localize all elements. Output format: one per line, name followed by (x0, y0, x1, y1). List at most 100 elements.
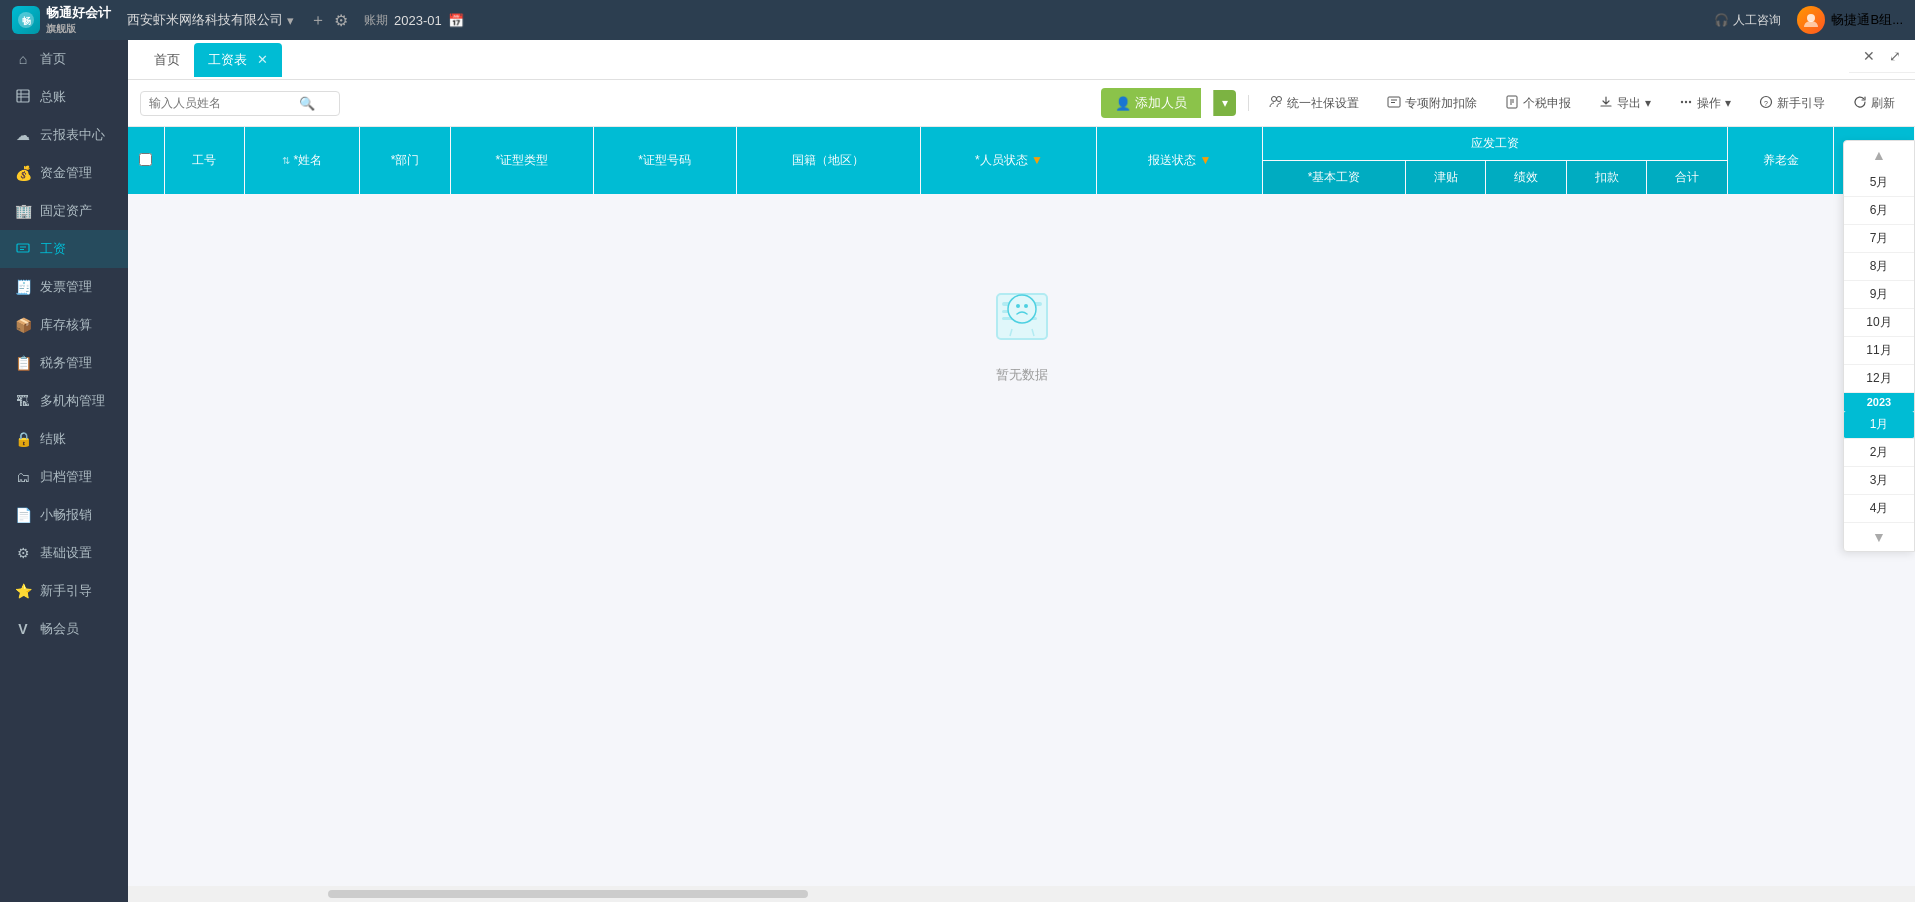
add-icon[interactable]: ＋ (310, 10, 326, 31)
search-box[interactable]: 🔍 (140, 91, 340, 116)
ops-icon (1679, 95, 1693, 112)
date-month-6[interactable]: 6月 (1844, 197, 1914, 225)
header-total: 合计 (1647, 161, 1727, 195)
select-all-checkbox[interactable] (139, 153, 152, 166)
sidebar-item-salary[interactable]: 工资 (0, 230, 128, 268)
header-pension: 养老金 (1727, 127, 1834, 194)
sidebar-item-invoice[interactable]: 🧾 发票管理 (0, 268, 128, 306)
date-month-4[interactable]: 4月 (1844, 495, 1914, 523)
company-selector[interactable]: 西安虾米网络科技有限公司 ▾ (127, 11, 294, 29)
filter-icon[interactable]: ▼ (1031, 153, 1043, 167)
svg-point-11 (1277, 96, 1282, 101)
calendar-icon[interactable]: 📅 (448, 13, 464, 28)
maximize-window-button[interactable]: ⤢ (1883, 44, 1907, 68)
special-deduction-btn[interactable]: 专项附加扣除 (1379, 91, 1485, 116)
app-edition: 旗舰版 (46, 22, 111, 36)
date-nav-up[interactable]: ▲ (1869, 145, 1889, 165)
scroll-thumb[interactable] (328, 890, 808, 898)
guide-help-icon: ? (1759, 95, 1773, 112)
sidebar-label-tax: 税务管理 (40, 354, 92, 372)
sidebar-item-guide[interactable]: ⭐ 新手引导 (0, 572, 128, 610)
date-panel-year: 2023 (1844, 393, 1914, 411)
top-bar-right: 🎧 人工咨询 畅捷通B组... (1714, 6, 1903, 34)
date-month-3[interactable]: 3月 (1844, 467, 1914, 495)
sidebar-item-cloud-report[interactable]: ☁ 云报表中心 (0, 116, 128, 154)
svg-text:?: ? (1764, 99, 1768, 106)
close-tab-icon[interactable]: ✕ (257, 52, 268, 67)
table-wrapper: 工号 ⇅ *姓名 *部门 *证型类型 *证型号码 国籍（地区） *人员状态 ▼ (128, 127, 1915, 902)
empty-icon (982, 274, 1062, 354)
date-month-2[interactable]: 2月 (1844, 439, 1914, 467)
table-container[interactable]: 工号 ⇅ *姓名 *部门 *证型类型 *证型号码 国籍（地区） *人员状态 ▼ (128, 127, 1915, 886)
tab-bar: 首页 工资表 ✕ (128, 40, 1915, 80)
date-month-11[interactable]: 11月 (1844, 337, 1914, 365)
sidebar-label-ledger: 总账 (40, 88, 66, 106)
tab-salary[interactable]: 工资表 ✕ (194, 43, 282, 77)
export-btn[interactable]: 导出 ▾ (1591, 91, 1659, 116)
sidebar-item-fixed-asset[interactable]: 🏢 固定资产 (0, 192, 128, 230)
add-dropdown-btn[interactable]: ▾ (1213, 90, 1236, 116)
close-window-button[interactable]: ✕ (1857, 44, 1881, 68)
settings-icon[interactable]: ⚙ (334, 11, 348, 30)
toolbar-separator (1248, 95, 1249, 111)
svg-point-20 (1685, 100, 1687, 102)
search-icon: 🔍 (299, 96, 315, 111)
close-period-icon: 🔒 (14, 431, 32, 447)
search-input[interactable] (149, 96, 299, 110)
add-btn-label: 添加人员 (1135, 94, 1187, 112)
company-name: 西安虾米网络科技有限公司 (127, 11, 283, 29)
date-month-10[interactable]: 10月 (1844, 309, 1914, 337)
asset-icon: 🏢 (14, 203, 32, 219)
date-nav-down[interactable]: ▼ (1869, 527, 1889, 547)
empty-state: 暂无数据 (128, 194, 1915, 464)
sidebar-item-fund[interactable]: 💰 资金管理 (0, 154, 128, 192)
date-month-1[interactable]: 1月 (1844, 411, 1914, 439)
date-month-5[interactable]: 5月 (1844, 169, 1914, 197)
operations-btn[interactable]: 操作 ▾ (1671, 91, 1739, 116)
tab-home-label: 首页 (154, 52, 180, 67)
toolbar-actions: 👤 添加人员 ▾ 统一社保设置 (1101, 88, 1903, 118)
window-controls: ✕ ⤢ (1849, 40, 1915, 73)
refresh-btn[interactable]: 刷新 (1845, 91, 1903, 116)
sidebar-item-multi-org[interactable]: 🏗 多机构管理 (0, 382, 128, 420)
avatar (1797, 6, 1825, 34)
sidebar-item-settings[interactable]: ⚙ 基础设置 (0, 534, 128, 572)
user-info[interactable]: 畅捷通B组... (1797, 6, 1903, 34)
personal-tax-btn[interactable]: 个税申报 (1497, 91, 1579, 116)
sidebar-label-expense: 小畅报销 (40, 506, 92, 524)
sidebar-item-member[interactable]: V 畅会员 (0, 610, 128, 648)
date-panel-nav: ▲ (1844, 141, 1914, 169)
sidebar-item-close-period[interactable]: 🔒 结账 (0, 420, 128, 458)
logo-icon: 畅 (12, 6, 40, 34)
svg-rect-7 (17, 244, 29, 252)
sidebar-item-expense[interactable]: 📄 小畅报销 (0, 496, 128, 534)
sidebar-label-multi-org: 多机构管理 (40, 392, 105, 410)
sidebar-item-home[interactable]: ⌂ 首页 (0, 40, 128, 78)
sidebar-label-invoice: 发票管理 (40, 278, 92, 296)
period-value: 2023-01 (394, 13, 442, 28)
period-label: 账期 (364, 12, 388, 29)
date-month-9[interactable]: 9月 (1844, 281, 1914, 309)
tab-home[interactable]: 首页 (140, 43, 194, 77)
date-month-7[interactable]: 7月 (1844, 225, 1914, 253)
sidebar-item-archive[interactable]: 🗂 归档管理 (0, 458, 128, 496)
cloud-icon: ☁ (14, 127, 32, 143)
sidebar-item-inventory[interactable]: 📦 库存核算 (0, 306, 128, 344)
header-nationality: 国籍（地区） (736, 127, 921, 194)
service-button[interactable]: 🎧 人工咨询 (1714, 12, 1781, 29)
social-insurance-btn[interactable]: 统一社保设置 (1261, 91, 1367, 116)
header-person-status: *人员状态 ▼ (921, 127, 1097, 194)
new-guide-btn[interactable]: ? 新手引导 (1751, 91, 1833, 116)
header-id-type: *证型类型 (450, 127, 593, 194)
report-filter-icon[interactable]: ▼ (1199, 153, 1211, 167)
header-checkbox[interactable] (128, 127, 164, 194)
add-person-button[interactable]: 👤 添加人员 (1101, 88, 1201, 118)
date-panel-nav-down: ▼ (1844, 523, 1914, 551)
sidebar-item-tax[interactable]: 📋 税务管理 (0, 344, 128, 382)
sidebar-item-ledger[interactable]: 总账 (0, 78, 128, 116)
invoice-icon: 🧾 (14, 279, 32, 295)
date-month-8[interactable]: 8月 (1844, 253, 1914, 281)
horizontal-scrollbar[interactable] (128, 886, 1915, 902)
date-month-12[interactable]: 12月 (1844, 365, 1914, 393)
header-dept: *部门 (360, 127, 451, 194)
